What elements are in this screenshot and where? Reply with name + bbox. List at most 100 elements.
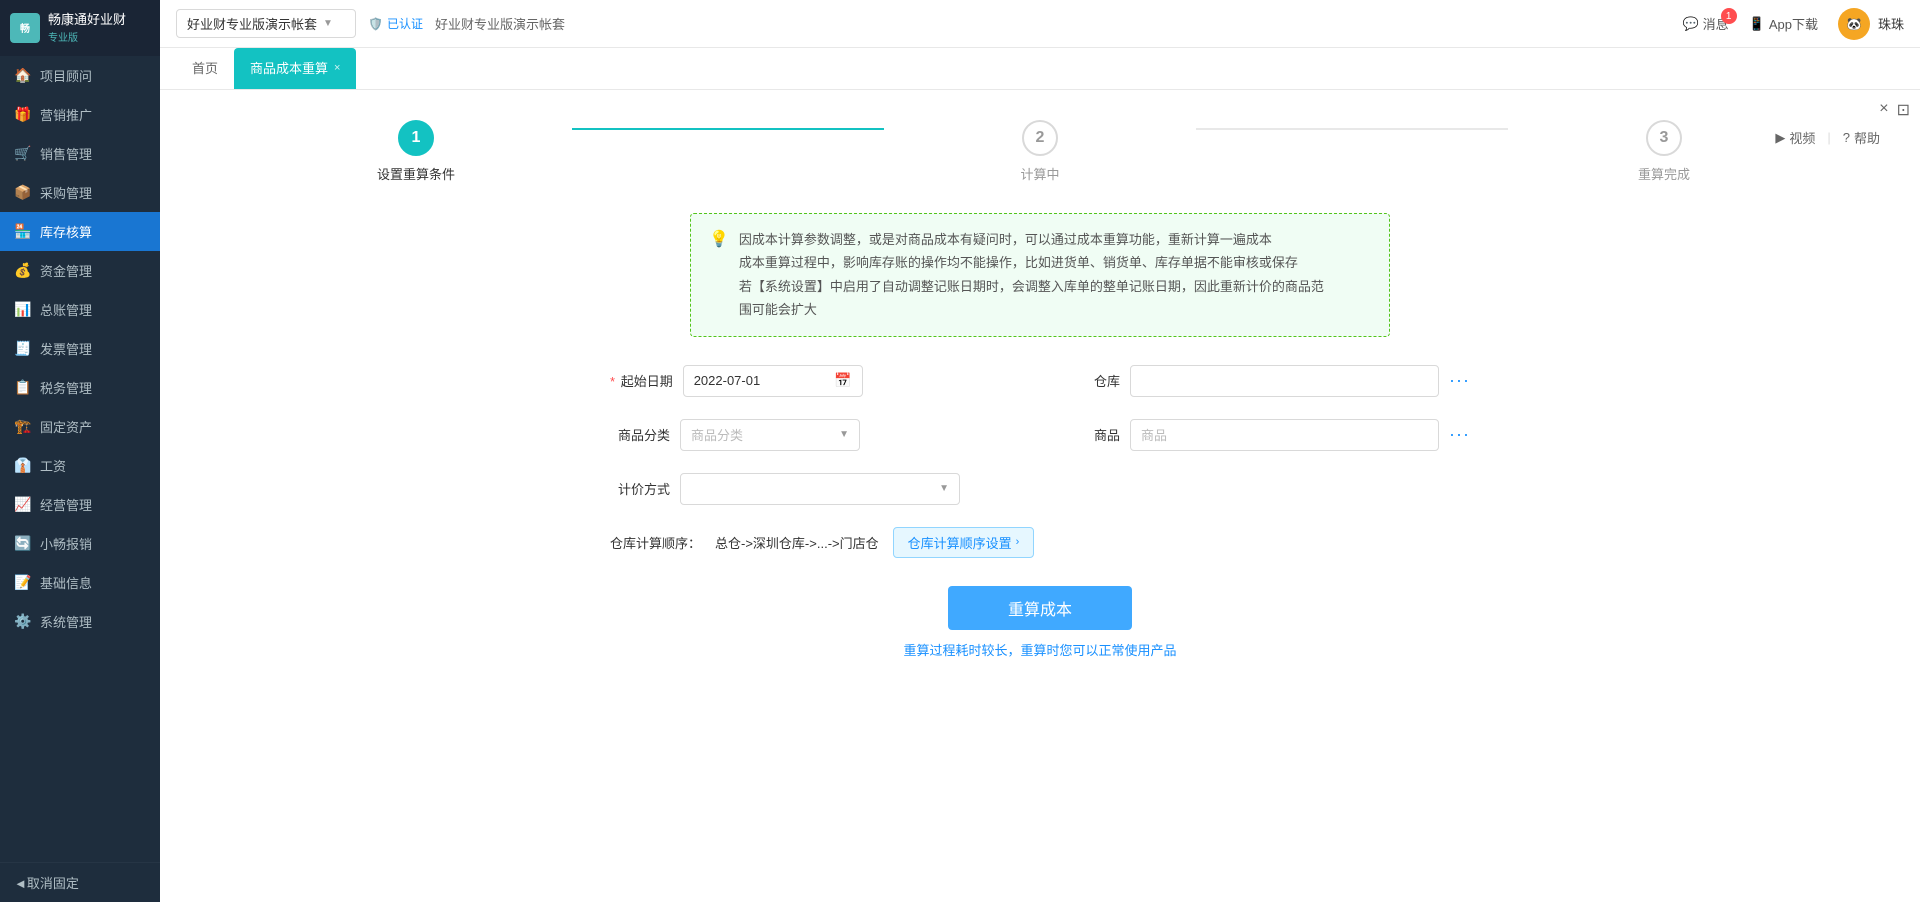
sidebar-label-tax: 税务管理 [40,378,92,397]
step-3-label: 重算完成 [1638,164,1690,183]
sidebar-item-finance[interactable]: 💰 资金管理 [0,251,160,290]
app-download-button[interactable]: 📱 App下载 [1749,14,1818,33]
top-bar-right: 💬 消息 1 📱 App下载 🐼 珠珠 [1682,8,1904,40]
goods-field: 商品 商品 ··· [1060,419,1470,451]
submit-hint: 重算过程耗时较长，重算时您可以正常使用产品 [903,640,1176,659]
tab-home[interactable]: 首页 [176,48,234,89]
app-badge: 专业版 [48,29,126,44]
warehouse-dots-button[interactable]: ··· [1449,370,1470,391]
sidebar-item-expense[interactable]: 🔄 小畅报销 [0,524,160,563]
app-title: 畅康通好业财 [48,12,126,29]
goods-input[interactable]: 商品 [1130,419,1439,451]
step-1-number: 1 [412,129,421,147]
account-subtitle: 好业财专业版演示帐套 [435,14,565,33]
start-date-field: * 起始日期 2022-07-01 📅 [610,365,1020,397]
sidebar-item-inventory[interactable]: 🏪 库存核算 [0,212,160,251]
sidebar-label-invoice: 发票管理 [40,339,92,358]
goods-label: 商品 [1060,425,1120,444]
user-profile-button[interactable]: 🐼 珠珠 [1838,8,1904,40]
sidebar-header: 畅 畅康通好业财 专业版 [0,0,160,56]
sidebar-item-sales[interactable]: 🛒 销售管理 [0,134,160,173]
top-bar: 好业财专业版演示帐套 ▼ 🛡️ 已认证 好业财专业版演示帐套 💬 消息 1 📱 … [160,0,1920,48]
video-label: 视频 [1789,128,1815,147]
info-bulb-icon: 💡 [709,229,729,322]
assets-icon: 🏗️ [14,418,32,435]
sidebar-item-marketing[interactable]: 🎁 营销推广 [0,95,160,134]
tab-cost-label: 商品成本重算 [250,58,328,77]
account-chevron-icon: ▼ [323,18,333,29]
question-icon: ? [1843,130,1850,145]
sidebar-item-tax[interactable]: 📋 税务管理 [0,368,160,407]
unpin-label: ◄取消固定 [14,873,79,892]
step-3-number: 3 [1660,129,1669,147]
sidebar-label-assets: 固定资产 [40,417,92,436]
panel-expand-button[interactable]: ⊡ [1895,98,1912,122]
sidebar-label-finance: 资金管理 [40,261,92,280]
operations-icon: 📈 [14,496,32,513]
sidebar-item-purchase[interactable]: 📦 采购管理 [0,173,160,212]
phone-icon: 📱 [1749,16,1765,32]
sidebar-label-inventory: 库存核算 [40,222,92,241]
sidebar-label-expense: 小畅报销 [40,534,92,553]
panel-close-button[interactable]: × [1877,98,1890,122]
warehouse-order-btn[interactable]: 仓库计算顺序设置 › [893,527,1035,558]
sidebar-item-payroll[interactable]: 👔 工资 [0,446,160,485]
tab-close-icon[interactable]: × [334,62,340,74]
message-icon: 💬 [1682,16,1698,32]
inventory-icon: 🏪 [14,223,32,240]
calendar-icon[interactable]: 📅 [834,372,851,389]
sidebar: 畅 畅康通好业财 专业版 🏠 项目顾问 🎁 营销推广 🛒 销售管理 📦 采购管理… [0,0,160,902]
account-selector[interactable]: 好业财专业版演示帐套 ▼ [176,9,356,38]
sidebar-item-invoice[interactable]: 🧾 发票管理 [0,329,160,368]
marketing-icon: 🎁 [14,106,32,123]
sidebar-unpin-button[interactable]: ◄取消固定 [0,862,160,902]
message-button[interactable]: 💬 消息 1 [1682,14,1728,33]
category-chevron-icon: ▼ [839,429,849,440]
app-title-group: 畅康通好业财 专业版 [48,12,126,44]
category-select[interactable]: 商品分类 ▼ [680,419,860,451]
sidebar-item-operations[interactable]: 📈 经营管理 [0,485,160,524]
start-date-value: 2022-07-01 [694,373,827,388]
tab-bar: 首页 商品成本重算 × [160,48,1920,90]
video-button[interactable]: ▶ 视频 [1775,128,1815,147]
step-line-1-2 [572,128,884,130]
pricing-select[interactable]: ▼ [680,473,960,505]
sidebar-label-operations: 经营管理 [40,495,92,514]
sidebar-item-system[interactable]: ⚙️ 系统管理 [0,602,160,641]
goods-dots-button[interactable]: ··· [1449,424,1470,445]
system-icon: ⚙️ [14,613,32,630]
warehouse-order-row: 仓库计算顺序： 总仓->深圳仓库->...->门店仓 仓库计算顺序设置 › [610,527,1470,558]
submit-button[interactable]: 重算成本 [948,586,1132,630]
warehouse-input[interactable] [1130,365,1439,397]
sidebar-item-assets[interactable]: 🏗️ 固定资产 [0,407,160,446]
warehouse-order-value: 总仓->深圳仓库->...->门店仓 [715,533,879,552]
user-name-label: 珠珠 [1878,14,1904,33]
form-area: * 起始日期 2022-07-01 📅 仓库 ··· [590,365,1490,659]
required-star: * [610,374,615,389]
accounting-icon: 📊 [14,301,32,318]
sidebar-label-system: 系统管理 [40,612,92,631]
expense-icon: 🔄 [14,535,32,552]
avatar-emoji: 🐼 [1847,17,1862,31]
info-line-4: 围可能会扩大 [739,298,1324,321]
category-field: 商品分类 商品分类 ▼ [610,419,1020,451]
sidebar-item-project[interactable]: 🏠 项目顾问 [0,56,160,95]
info-line-3: 若【系统设置】中启用了自动调整记账日期时，会调整入库单的整单记账日期，因此重新计… [739,275,1324,298]
form-row-2: 商品分类 商品分类 ▼ 商品 商品 ··· [610,419,1470,451]
step-1-label: 设置重算条件 [377,164,455,183]
finance-icon: 💰 [14,262,32,279]
tab-cost-recalc[interactable]: 商品成本重算 × [234,48,356,89]
help-button[interactable]: ? 帮助 [1843,128,1880,147]
form-row-1: * 起始日期 2022-07-01 📅 仓库 ··· [610,365,1470,397]
app-download-label: App下载 [1769,14,1818,33]
purchase-icon: 📦 [14,184,32,201]
sidebar-label-purchase: 采购管理 [40,183,92,202]
warehouse-label: 仓库 [1060,371,1120,390]
start-date-input[interactable]: 2022-07-01 📅 [683,365,863,397]
sidebar-item-accounting[interactable]: 📊 总账管理 [0,290,160,329]
start-date-label: * 起始日期 [610,371,673,390]
sales-icon: 🛒 [14,145,32,162]
sidebar-item-basic[interactable]: 📝 基础信息 [0,563,160,602]
sidebar-label-project: 项目顾问 [40,66,92,85]
pricing-field: 计价方式 ▼ [610,473,1020,505]
